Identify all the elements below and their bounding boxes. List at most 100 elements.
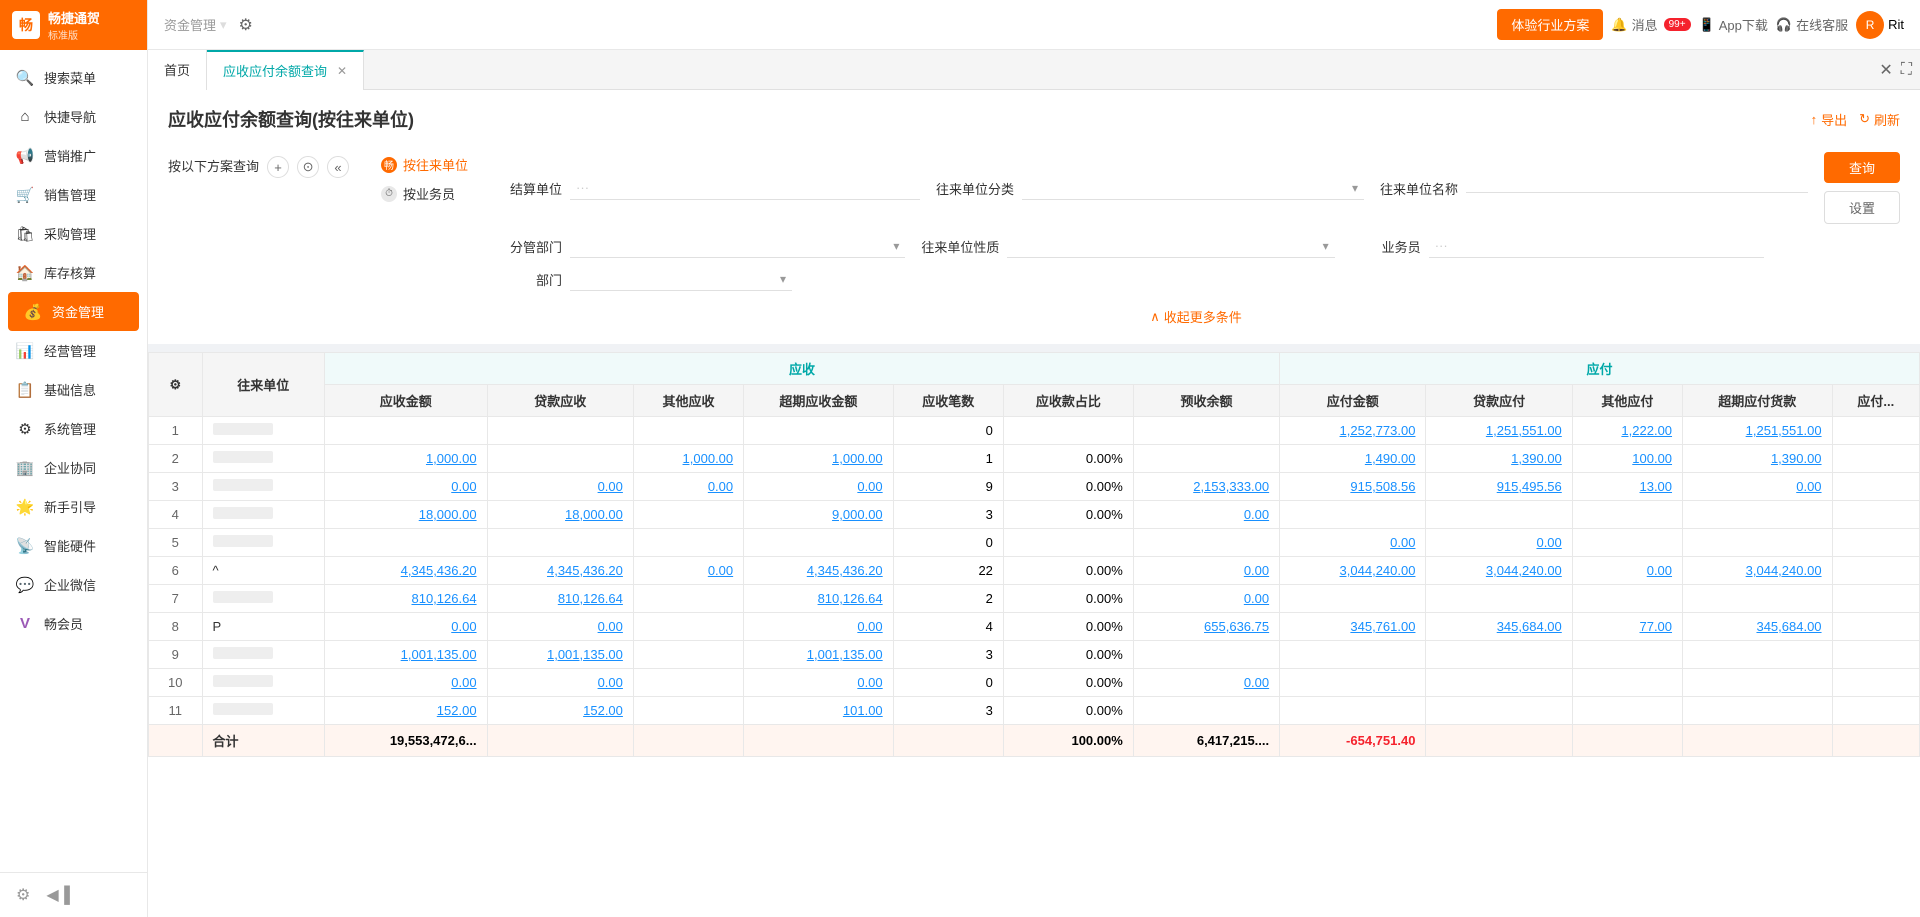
unit-category-label: 往来单位分类 <box>936 179 1014 198</box>
smart-hw-icon: 📡 <box>16 537 34 555</box>
sidebar-item-marketing[interactable]: 📢 营销推广 <box>0 136 147 175</box>
sidebar-item-member[interactable]: V 畅会员 <box>0 604 147 643</box>
sidebar-item-label: 新手引导 <box>44 497 96 516</box>
filter-collapse-btn[interactable]: ∧ 收起更多条件 <box>492 301 1900 332</box>
col-ap-group-header: 应付 <box>1280 353 1920 385</box>
refresh-btn[interactable]: ↻ 刷新 <box>1859 110 1900 129</box>
online-service-label: 在线客服 <box>1796 15 1848 34</box>
settlement-unit-input[interactable]: ··· <box>570 176 920 200</box>
total-label: 合计 <box>202 725 324 757</box>
filter-row-3: 部门 ▾ <box>492 268 1900 291</box>
sidebar-item-warehouse[interactable]: 🏠 库存核算 <box>0 253 147 292</box>
scheme-list: 畅 按往来单位 ⏱ 按业务员 <box>373 152 476 206</box>
dept-manage-select[interactable]: ▾ <box>570 235 905 258</box>
export-btn[interactable]: ↑ 导出 <box>1811 110 1848 129</box>
filter-salesperson: 业务员 ··· <box>1351 234 1764 258</box>
filter-row-2: 分管部门 ▾ 往来单位性质 ▾ <box>492 234 1900 258</box>
sidebar-item-wechat[interactable]: 💬 企业微信 <box>0 565 147 604</box>
tab-home[interactable]: 首页 <box>148 50 207 90</box>
col-settings-header[interactable]: ⚙ <box>149 353 203 417</box>
breadcrumb-text: 资金管理 <box>164 15 216 34</box>
tab-home-label: 首页 <box>164 60 190 79</box>
unit-name-input[interactable] <box>1466 184 1808 193</box>
app-download-btn[interactable]: 📱 App下载 <box>1699 15 1768 34</box>
sidebar-item-guide[interactable]: 🌟 新手引导 <box>0 487 147 526</box>
topbar-gear-icon[interactable]: ⚙ <box>239 15 253 35</box>
scheme-option-by-staff[interactable]: ⏱ 按业务员 <box>373 181 476 206</box>
unit-nature-label: 往来单位性质 <box>921 237 999 256</box>
filter-fields: 结算单位 ··· 往来单位分类 ▾ <box>492 152 1900 332</box>
dept-manage-label: 分管部门 <box>492 237 562 256</box>
scheme-by-unit-icon: 畅 <box>381 157 397 173</box>
col-ar-count-header: 应收笔数 <box>893 385 1003 417</box>
sidebar: 畅 畅捷通贺 标准版 🔍 搜索菜单 ⌂ 快捷导航 📢 营销推广 🛒 销售管理 🛍… <box>0 0 148 917</box>
add-scheme-btn[interactable]: + <box>267 156 289 178</box>
online-service-btn[interactable]: 🎧 在线客服 <box>1776 15 1848 34</box>
user-name: Rit <box>1888 17 1904 32</box>
user-menu[interactable]: R Rit <box>1856 11 1904 39</box>
salesperson-input[interactable]: ··· <box>1429 234 1764 258</box>
sidebar-item-finance[interactable]: 💰 资金管理 <box>8 292 139 331</box>
sidebar-bottom: ⚙ ◀▐ <box>0 872 147 917</box>
sidebar-item-system[interactable]: ⚙ 系统管理 <box>0 409 147 448</box>
settings-bottom-icon[interactable]: ⚙ <box>16 885 30 905</box>
quick-nav-icon: ⌂ <box>16 108 34 126</box>
filter-unit-nature: 往来单位性质 ▾ <box>921 235 1334 258</box>
table-row: 8P0.000.000.0040.00%655,636.75345,761.00… <box>149 613 1920 641</box>
query-btn[interactable]: 查询 <box>1824 152 1900 183</box>
col-ar-amount-header: 应收金额 <box>324 385 487 417</box>
tab-ar-ap-label: 应收应付余额查询 <box>223 61 327 80</box>
sidebar-item-basic-info[interactable]: 📋 基础信息 <box>0 370 147 409</box>
notifications-btn[interactable]: 🔔 消息 99+ <box>1611 15 1690 34</box>
marketing-icon: 📢 <box>16 147 34 165</box>
tabbar-window-close-icon[interactable]: ✕ <box>1879 60 1892 80</box>
scheme-option-by-unit[interactable]: 畅 按往来单位 <box>373 152 476 177</box>
tabbar-expand-icon[interactable]: ⛶ <box>1901 61 1912 79</box>
filter-dept-manage: 分管部门 ▾ <box>492 235 905 258</box>
operation-icon: 📊 <box>16 342 34 360</box>
sidebar-item-operation[interactable]: 📊 经营管理 <box>0 331 147 370</box>
set-btn[interactable]: 设置 <box>1824 191 1900 224</box>
sidebar-item-purchase[interactable]: 🛍 采购管理 <box>0 214 147 253</box>
col-ap-overdue-header: 超期应付货款 <box>1683 385 1833 417</box>
sidebar-item-quick-nav[interactable]: ⌂ 快捷导航 <box>0 97 147 136</box>
refresh-label: 刷新 <box>1874 110 1900 129</box>
sidebar-item-label: 快捷导航 <box>44 107 96 126</box>
total-ar-amount: 19,553,472,6... <box>324 725 487 757</box>
filter-unit-category: 往来单位分类 ▾ <box>936 177 1364 200</box>
filter-scheme-label: 按以下方案查询 <box>168 156 259 175</box>
col-ap-loan-header: 贷款应付 <box>1426 385 1572 417</box>
total-ar-ratio: 100.00% <box>1003 725 1133 757</box>
sidebar-item-label: 销售管理 <box>44 185 96 204</box>
table-row: 21,000.001,000.001,000.0010.00%1,490.001… <box>149 445 1920 473</box>
edit-scheme-btn[interactable]: ⊙ <box>297 156 319 178</box>
breadcrumb: 资金管理 ▾ <box>164 15 227 34</box>
filter-collapse-label: 收起更多条件 <box>1164 307 1242 326</box>
more-scheme-btn[interactable]: « <box>327 156 349 178</box>
tab-close-icon[interactable]: ✕ <box>337 64 347 78</box>
industry-btn[interactable]: 体验行业方案 <box>1497 9 1603 40</box>
table-row: 91,001,135.001,001,135.001,001,135.0030.… <box>149 641 1920 669</box>
col-ap-amount-header: 应付金额 <box>1280 385 1426 417</box>
sidebar-item-label: 基础信息 <box>44 380 96 399</box>
sidebar-item-label: 畅会员 <box>44 614 83 633</box>
tab-ar-ap[interactable]: 应收应付余额查询 ✕ <box>207 50 364 90</box>
sidebar-item-enterprise[interactable]: 🏢 企业协同 <box>0 448 147 487</box>
unit-nature-select[interactable]: ▾ <box>1007 235 1334 258</box>
collapse-sidebar-icon[interactable]: ◀▐ <box>46 885 70 905</box>
total-ap-amount: -654,751.40 <box>1280 725 1426 757</box>
topbar-actions: 体验行业方案 🔔 消息 99+ 📱 App下载 🎧 在线客服 R Rit <box>1497 9 1904 40</box>
sidebar-item-sales[interactable]: 🛒 销售管理 <box>0 175 147 214</box>
dept-select[interactable]: ▾ <box>570 268 792 291</box>
sidebar-item-search-menu[interactable]: 🔍 搜索菜单 <box>0 58 147 97</box>
settlement-unit-dots: ··· <box>576 180 589 195</box>
salesperson-label: 业务员 <box>1351 237 1421 256</box>
col-ar-loan-header: 贷款应收 <box>487 385 633 417</box>
sidebar-item-smart-hw[interactable]: 📡 智能硬件 <box>0 526 147 565</box>
dept-chevron: ▾ <box>780 272 786 286</box>
table-row: 30.000.000.000.0090.00%2,153,333.00915,5… <box>149 473 1920 501</box>
unit-category-select[interactable]: ▾ <box>1022 177 1364 200</box>
finance-icon: 💰 <box>24 303 42 321</box>
enterprise-icon: 🏢 <box>16 459 34 477</box>
dept-label: 部门 <box>492 270 562 289</box>
